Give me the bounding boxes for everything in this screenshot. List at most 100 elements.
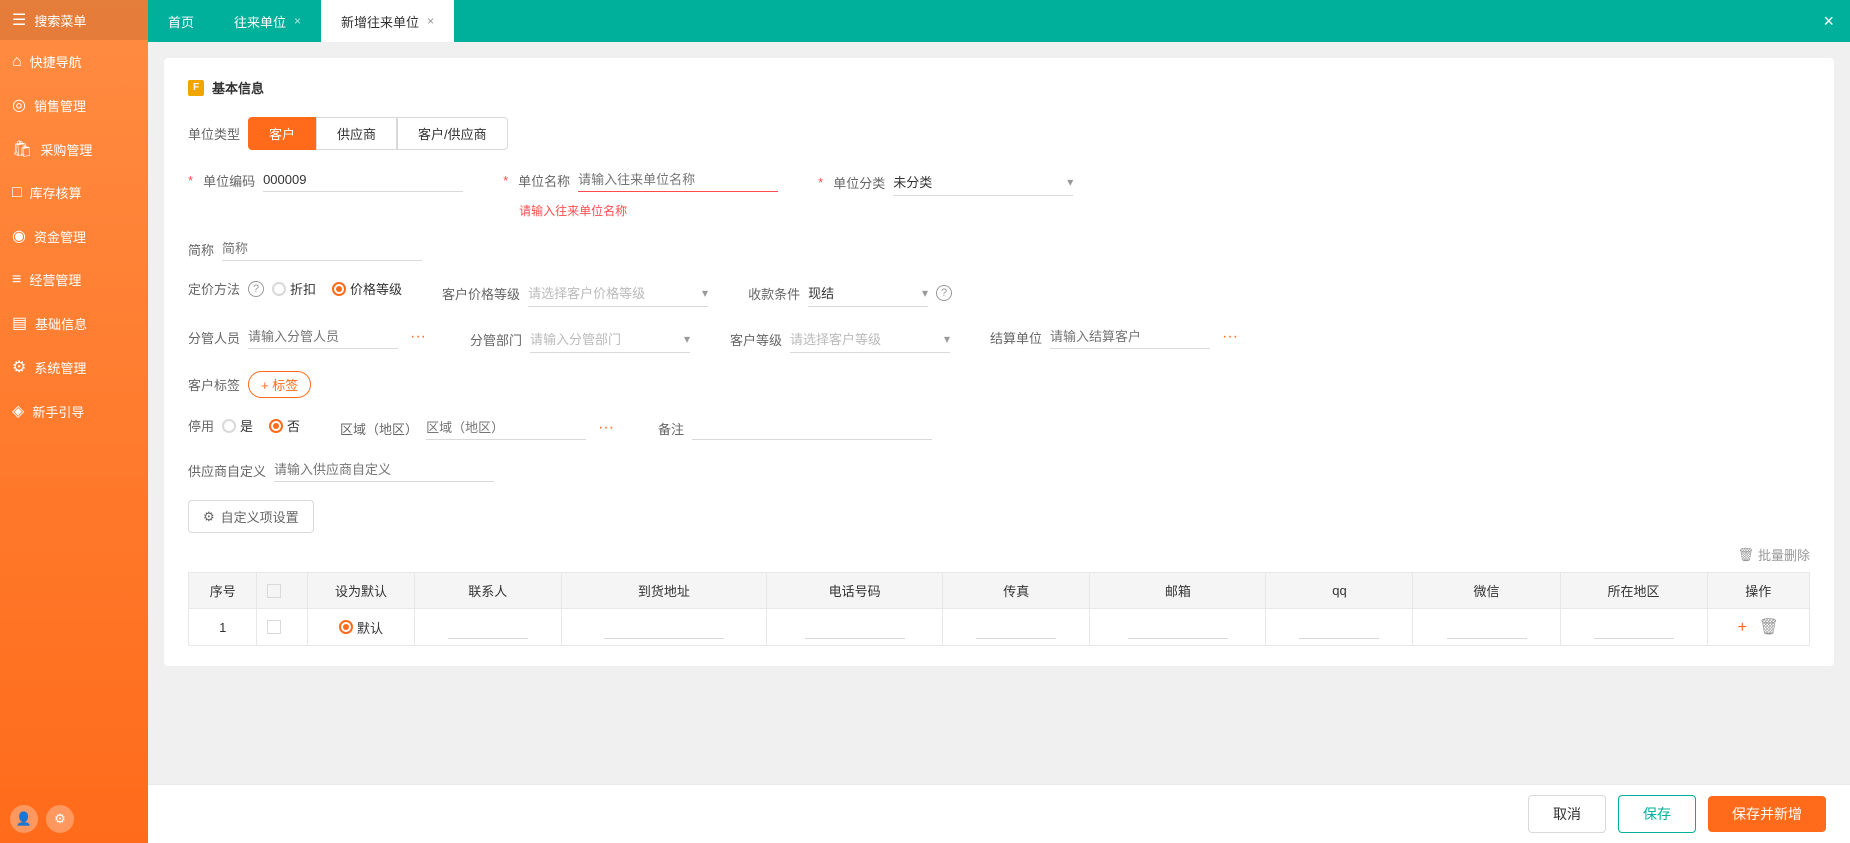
region-input[interactable] (426, 416, 586, 440)
contact-input[interactable] (448, 615, 528, 639)
payment-terms-value: 现结 (808, 283, 918, 302)
phone-input[interactable] (805, 615, 905, 639)
cell-wechat[interactable] (1413, 609, 1560, 646)
unit-type-both-btn[interactable]: 客户/供应商 (397, 117, 508, 150)
unit-category-label: 单位分类 (833, 173, 885, 192)
disabled-no-option[interactable]: 否 (269, 416, 300, 435)
unit-type-customer-btn[interactable]: 客户 (248, 117, 316, 150)
select-all-checkbox[interactable] (267, 584, 281, 598)
remark-input[interactable] (692, 416, 932, 440)
pricing-discount-radio[interactable] (272, 282, 286, 296)
pricing-level-radio[interactable] (332, 282, 346, 296)
fax-input[interactable] (976, 615, 1056, 639)
short-name-label: 简称 (188, 240, 214, 259)
payment-terms-group: 收款条件 现结 ▾ ? (748, 279, 952, 307)
settlement-unit-label: 结算单位 (990, 328, 1042, 347)
manager-group: 分管人员 ··· (188, 325, 430, 349)
settlement-unit-group: 结算单位 ··· (990, 325, 1242, 349)
region-more-btn[interactable]: ··· (594, 419, 618, 437)
sidebar-item-quick-nav[interactable]: ⌂ 快捷导航 (0, 40, 148, 83)
unit-category-select[interactable]: 未分类 ▾ (893, 168, 1073, 196)
customer-price-level-select[interactable]: 请选择客户价格等级 ▾ (528, 279, 708, 307)
manager-input[interactable] (248, 325, 398, 349)
disabled-no-radio[interactable] (269, 419, 283, 433)
col-qq: qq (1266, 573, 1413, 609)
sidebar-item-inventory[interactable]: □ 库存核算 (0, 171, 148, 214)
unit-name-error: 请输入往来单位名称 (519, 202, 627, 219)
settlement-unit-more-btn[interactable]: ··· (1218, 328, 1242, 346)
add-row-button[interactable]: + (1734, 619, 1751, 636)
save-and-new-button[interactable]: 保存并新增 (1708, 796, 1826, 832)
unit-code-label: 单位编码 (203, 171, 255, 190)
pricing-help-icon[interactable]: ? (248, 281, 264, 297)
tab-unit-list-close[interactable]: × (294, 14, 301, 28)
unit-code-group: * 单位编码 (188, 168, 463, 192)
cell-fax[interactable] (943, 609, 1090, 646)
sidebar-item-sales[interactable]: ◎ 销售管理 (0, 83, 148, 127)
supplier-custom-label: 供应商自定义 (188, 461, 266, 480)
short-name-input[interactable] (222, 237, 422, 261)
batch-delete-button[interactable]: 🗑 批量删除 (1737, 545, 1810, 564)
disabled-yes-option[interactable]: 是 (222, 416, 253, 435)
unit-name-input[interactable] (578, 168, 778, 192)
tab-home[interactable]: 首页 (148, 0, 214, 42)
sidebar-item-operation[interactable]: ≡ 经营管理 (0, 258, 148, 301)
pricing-radio-group: 折扣 价格等级 (272, 279, 402, 298)
pricing-row: 定价方法 ? 折扣 价格等级 客户价格等级 (188, 279, 1810, 307)
pricing-discount-option[interactable]: 折扣 (272, 279, 316, 298)
cancel-button[interactable]: 取消 (1528, 795, 1606, 833)
tab-new-unit-close[interactable]: × (427, 14, 434, 28)
save-button[interactable]: 保存 (1618, 795, 1696, 833)
cell-qq[interactable] (1266, 609, 1413, 646)
sidebar-search[interactable]: ☰ 搜索菜单 (0, 0, 148, 40)
unit-type-label: 单位类型 (188, 124, 240, 143)
default-radio[interactable] (339, 620, 353, 634)
sidebar-item-purchase[interactable]: 🛍 采购管理 (0, 127, 148, 171)
cell-address[interactable] (561, 609, 766, 646)
row-region-input[interactable] (1594, 615, 1674, 639)
col-phone: 电话号码 (767, 573, 943, 609)
payment-terms-select[interactable]: 现结 ▾ (808, 279, 928, 307)
sidebar-item-basic[interactable]: ▤ 基础信息 (0, 301, 148, 345)
remark-label: 备注 (658, 419, 684, 438)
supplier-custom-input[interactable] (274, 458, 494, 482)
disabled-yes-radio[interactable] (222, 419, 236, 433)
cell-phone[interactable] (767, 609, 943, 646)
settlement-unit-input[interactable] (1050, 325, 1210, 349)
window-close-button[interactable]: × (1807, 11, 1850, 32)
sidebar-item-guide[interactable]: ◈ 新手引导 (0, 389, 148, 433)
payment-terms-help-icon[interactable]: ? (936, 285, 952, 301)
customer-level-label: 客户等级 (730, 330, 782, 349)
sidebar-item-finance[interactable]: ◉ 资金管理 (0, 214, 148, 258)
delete-row-button[interactable]: 🗑 (1755, 619, 1783, 636)
sidebar-user-icon[interactable]: 👤 (10, 805, 38, 833)
address-input[interactable] (604, 615, 724, 639)
sidebar-settings-icon[interactable]: ⚙ (46, 805, 74, 833)
wechat-input[interactable] (1447, 615, 1527, 639)
unit-type-supplier-btn[interactable]: 供应商 (316, 117, 397, 150)
custom-settings-button[interactable]: ⚙ 自定义项设置 (188, 500, 314, 533)
sidebar-item-system[interactable]: ⚙ 系统管理 (0, 345, 148, 389)
tab-unit-list[interactable]: 往来单位 × (214, 0, 321, 42)
customer-level-select[interactable]: 请选择客户等级 ▾ (790, 325, 950, 353)
col-no: 序号 (189, 573, 257, 609)
tab-new-unit[interactable]: 新增往来单位 × (321, 0, 454, 42)
department-select[interactable]: 请输入分管部门 ▾ (530, 325, 690, 353)
footer: 取消 保存 保存并新增 (148, 784, 1850, 843)
short-name-row: 简称 (188, 237, 1810, 261)
cell-contact[interactable] (414, 609, 561, 646)
row-checkbox[interactable] (267, 620, 281, 634)
add-tag-button[interactable]: + 标签 (248, 371, 311, 398)
inventory-icon: □ (12, 184, 22, 202)
supplier-custom-row: 供应商自定义 (188, 458, 1810, 482)
col-email: 邮箱 (1090, 573, 1266, 609)
manager-more-btn[interactable]: ··· (406, 328, 430, 346)
email-input[interactable] (1128, 615, 1228, 639)
cell-region[interactable] (1560, 609, 1707, 646)
pricing-level-option[interactable]: 价格等级 (332, 279, 402, 298)
cell-email[interactable] (1090, 609, 1266, 646)
department-label: 分管部门 (470, 330, 522, 349)
unit-code-input[interactable] (263, 168, 463, 192)
qq-input[interactable] (1299, 615, 1379, 639)
disabled-label: 停用 (188, 416, 214, 435)
